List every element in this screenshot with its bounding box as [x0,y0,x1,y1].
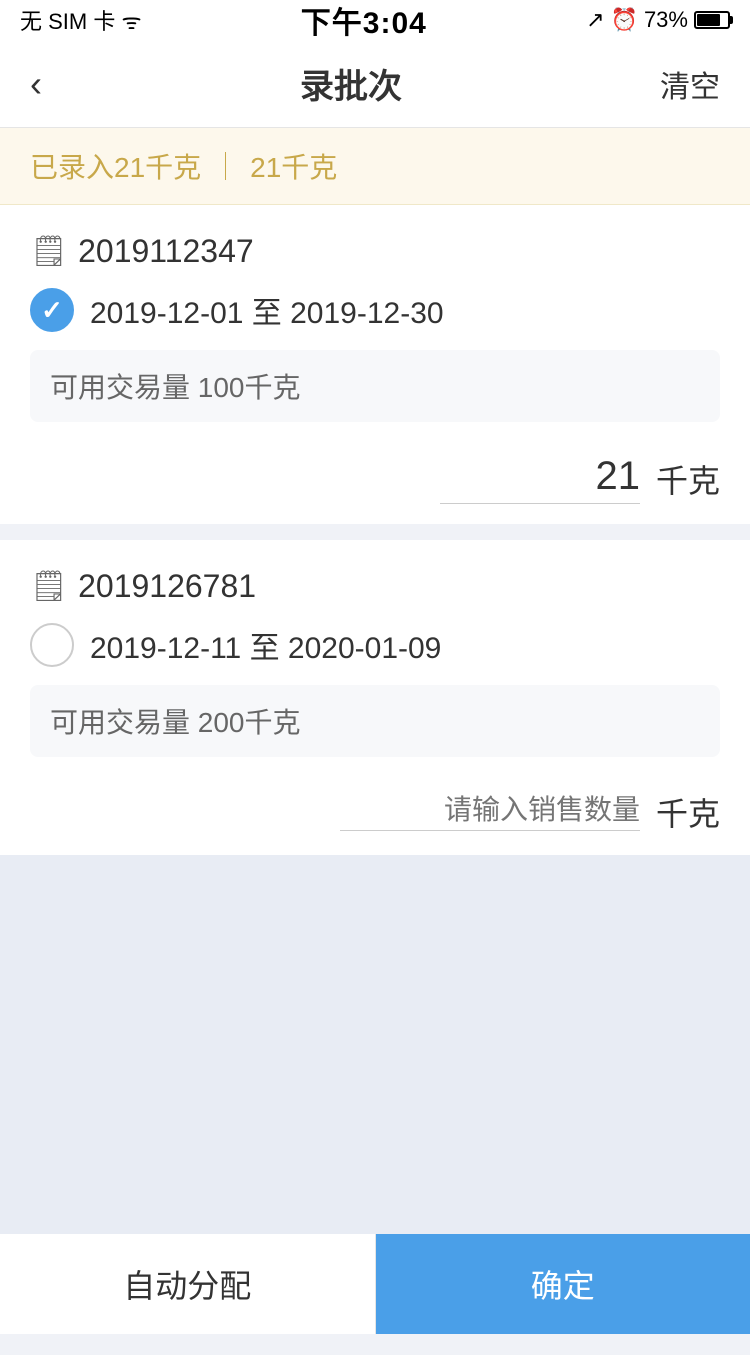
amount-row-2: 千克 [0,773,750,855]
amount-input-2[interactable] [340,794,640,831]
amount-unit-2: 千克 [656,789,720,835]
item-volume-1: 可用交易量 100千克 [30,350,720,422]
alarm-icon: ⏰ [611,7,638,33]
amount-input-wrapper-1: 千克 [440,454,720,504]
battery-pct: 73% [644,7,688,33]
bottom-bar: 自动分配 确定 [0,1234,750,1334]
page-title: 录批次 [300,59,402,108]
item-header-2: 🗒 2019126781 [0,540,750,615]
status-time: 下午3:04 [301,0,427,42]
status-bar: 无 SIM 卡 ᯤ 下午3:04 ↗ ⏰ 73% [0,0,750,40]
auto-distribute-button[interactable]: 自动分配 [0,1234,376,1334]
summary-value: 21千克 [250,146,337,186]
amount-unit-1: 千克 [656,456,720,502]
amount-row-1: 千克 [0,438,750,524]
summary-label: 已录入21千克 [30,146,201,186]
back-button[interactable]: ‹ [30,63,42,105]
nav-bar: ‹ 录批次 清空 [0,40,750,128]
checkbox-1[interactable] [30,288,74,332]
no-sim-text: 无 SIM 卡 ᯤ [20,4,142,36]
item-date-row-1: 2019-12-01 至 2019-12-30 [0,280,750,342]
location-icon: ↗ [586,7,604,33]
content-area [0,855,750,1255]
item-id-2: 2019126781 [78,568,256,605]
battery-icon [694,11,730,29]
amount-input-1[interactable] [440,454,640,504]
item-date-row-2: 2019-12-11 至 2020-01-09 [0,615,750,677]
card-separator-1 [0,524,750,540]
item-date-2: 2019-12-11 至 2020-01-09 [90,623,441,667]
item-date-1: 2019-12-01 至 2019-12-30 [90,288,444,332]
confirm-button[interactable]: 确定 [376,1234,750,1334]
summary-banner: 已录入21千克 21千克 [0,128,750,205]
clear-button[interactable]: 清空 [660,62,720,106]
item-volume-2: 可用交易量 200千克 [30,685,720,757]
status-right: ↗ ⏰ 73% [586,7,730,33]
doc-icon-1: 🗒 [30,234,68,269]
item-header-1: 🗒 2019112347 [0,205,750,280]
doc-icon-2: 🗒 [30,569,68,604]
summary-divider [225,152,226,180]
item-card-2: 🗒 2019126781 2019-12-11 至 2020-01-09 可用交… [0,540,750,855]
item-card-1: 🗒 2019112347 2019-12-01 至 2019-12-30 可用交… [0,205,750,524]
status-left: 无 SIM 卡 ᯤ [20,4,142,36]
amount-input-wrapper-2: 千克 [340,789,720,835]
checkbox-2[interactable] [30,623,74,667]
item-id-1: 2019112347 [78,233,254,270]
